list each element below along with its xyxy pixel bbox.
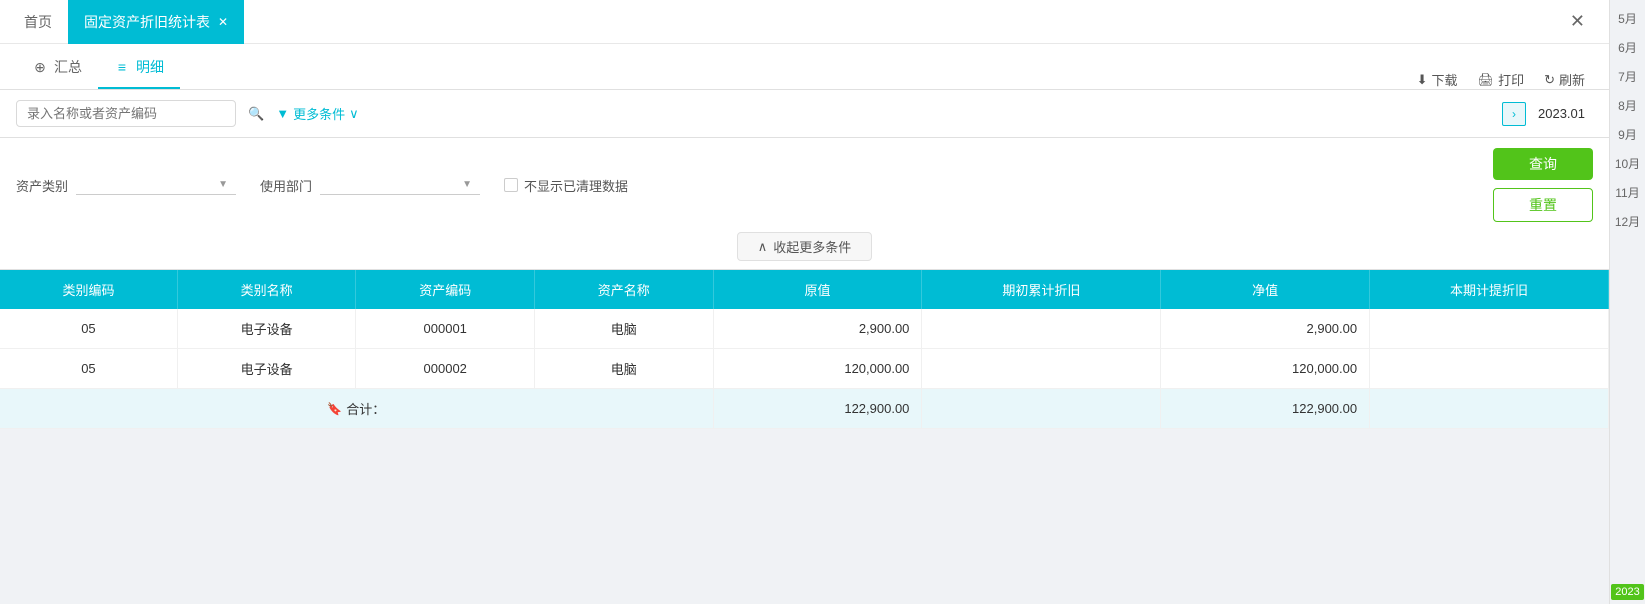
cell-current-dep — [1370, 309, 1609, 349]
right-sidebar: 5月 6月 7月 8月 9月 10月 11月 12月 2023 — [1609, 0, 1645, 604]
cell-asset-code: 000002 — [356, 349, 535, 389]
refresh-icon: ↻ — [1544, 72, 1555, 88]
refresh-label: 刷新 — [1559, 70, 1585, 89]
month-6[interactable]: 6月 — [1610, 33, 1645, 62]
detail-tab-label: 明细 — [136, 57, 164, 77]
chevron-down-icon: ∨ — [349, 106, 359, 122]
col-header-accumulated-dep: 期初累计折旧 — [922, 270, 1161, 309]
total-icon: 🔖 — [327, 402, 342, 416]
summary-tab-icon: ⊕ — [32, 59, 48, 75]
month-9[interactable]: 9月 — [1610, 120, 1645, 149]
window-close-button[interactable]: ✕ — [1562, 7, 1593, 36]
cell-category-name: 电子设备 — [177, 349, 356, 389]
col-header-asset-code: 资产编码 — [356, 270, 535, 309]
refresh-button[interactable]: ↻ 刷新 — [1544, 70, 1585, 89]
asset-category-label: 资产类别 — [16, 176, 68, 195]
cell-original-value: 2,900.00 — [713, 309, 922, 349]
cell-original-value: 120,000.00 — [713, 349, 922, 389]
date-display: 2023.01 — [1530, 106, 1593, 121]
active-tab[interactable]: 固定资产折旧统计表 ✕ — [68, 0, 244, 44]
filter-icon: ▼ — [276, 106, 289, 121]
cell-net-value: 120,000.00 — [1161, 349, 1370, 389]
year-badge[interactable]: 2023 — [1611, 584, 1643, 600]
total-original-value: 122,900.00 — [713, 389, 922, 429]
cell-net-value: 2,900.00 — [1161, 309, 1370, 349]
search-input[interactable] — [16, 100, 236, 127]
col-header-net-value: 净值 — [1161, 270, 1370, 309]
cell-asset-name: 电脑 — [535, 309, 714, 349]
col-header-current-dep: 本期计提折旧 — [1370, 270, 1609, 309]
total-accumulated-dep — [922, 389, 1161, 429]
month-8[interactable]: 8月 — [1610, 91, 1645, 120]
cell-accumulated-dep — [922, 349, 1161, 389]
download-icon: ⬇ — [1417, 72, 1428, 88]
home-nav[interactable]: 首页 — [16, 12, 60, 32]
assets-table: 类别编码 类别名称 资产编码 资产名称 原值 期初累计折旧 净值 本期计提折旧 … — [0, 270, 1609, 429]
month-7[interactable]: 7月 — [1610, 62, 1645, 91]
department-arrow-icon: ▼ — [462, 179, 472, 190]
col-header-category-name: 类别名称 — [177, 270, 356, 309]
more-conditions-button[interactable]: ▼ 更多条件 ∨ — [276, 104, 358, 123]
tab-title: 固定资产折旧统计表 — [84, 12, 210, 32]
print-button[interactable]: 🖨 打印 — [1478, 70, 1525, 89]
table-row: 05 电子设备 000002 电脑 120,000.00 120,000.00 — [0, 349, 1609, 389]
tab-bar: ⊕ 汇总 ≡ 明细 ⬇ 下载 🖨 打印 ↻ 刷新 — [0, 44, 1609, 90]
hide-cleared-checkbox[interactable] — [504, 178, 518, 192]
data-table-container: 类别编码 类别名称 资产编码 资产名称 原值 期初累计折旧 净值 本期计提折旧 … — [0, 270, 1609, 604]
asset-category-select[interactable]: ▼ — [76, 175, 236, 195]
table-row: 05 电子设备 000001 电脑 2,900.00 2,900.00 — [0, 309, 1609, 349]
asset-category-arrow-icon: ▼ — [218, 179, 228, 190]
download-button[interactable]: ⬇ 下载 — [1417, 70, 1458, 89]
cell-category-code: 05 — [0, 349, 177, 389]
cell-asset-name: 电脑 — [535, 349, 714, 389]
total-label-cell: 🔖 合计： — [0, 389, 713, 429]
hide-cleared-label: 不显示已清理数据 — [524, 176, 628, 195]
cell-asset-code: 000001 — [356, 309, 535, 349]
collapse-button[interactable]: ∧ 收起更多条件 — [737, 232, 873, 261]
month-5[interactable]: 5月 — [1610, 4, 1645, 33]
department-select[interactable]: ▼ — [320, 175, 480, 195]
cell-accumulated-dep — [922, 309, 1161, 349]
more-conditions-label: 更多条件 — [293, 104, 345, 123]
total-label-text: 合计： — [346, 399, 385, 418]
collapse-label: 收起更多条件 — [773, 237, 851, 256]
extended-filter: 资产类别 ▼ 使用部门 ▼ 不显示已清理数据 查询 重置 — [0, 138, 1609, 270]
month-12[interactable]: 12月 — [1610, 207, 1645, 236]
date-prev-button[interactable]: › — [1502, 102, 1526, 126]
download-label: 下载 — [1432, 70, 1458, 89]
print-label: 打印 — [1498, 70, 1524, 89]
detail-tab-icon: ≡ — [114, 59, 130, 75]
query-button[interactable]: 查询 — [1493, 148, 1593, 180]
total-net-value: 122,900.00 — [1161, 389, 1370, 429]
total-current-dep — [1370, 389, 1609, 429]
search-icon[interactable]: 🔍 — [248, 106, 264, 122]
summary-tab-label: 汇总 — [54, 57, 82, 77]
tab-detail[interactable]: ≡ 明细 — [98, 47, 180, 89]
col-header-original-value: 原值 — [713, 270, 922, 309]
month-11[interactable]: 11月 — [1610, 178, 1645, 207]
col-header-asset-name: 资产名称 — [535, 270, 714, 309]
month-10[interactable]: 10月 — [1610, 149, 1645, 178]
total-row: 🔖 合计： 122,900.00 122,900.00 — [0, 389, 1609, 429]
cell-category-code: 05 — [0, 309, 177, 349]
department-label: 使用部门 — [260, 176, 312, 195]
col-header-category-code: 类别编码 — [0, 270, 177, 309]
collapse-icon: ∧ — [758, 239, 768, 255]
search-bar: 🔍 ▼ 更多条件 ∨ › 2023.01 — [0, 90, 1609, 138]
tab-close-icon[interactable]: ✕ — [218, 15, 228, 29]
reset-button[interactable]: 重置 — [1493, 188, 1593, 222]
print-icon: 🖨 — [1478, 72, 1495, 88]
tab-summary[interactable]: ⊕ 汇总 — [16, 47, 98, 89]
cell-category-name: 电子设备 — [177, 309, 356, 349]
cell-current-dep — [1370, 349, 1609, 389]
